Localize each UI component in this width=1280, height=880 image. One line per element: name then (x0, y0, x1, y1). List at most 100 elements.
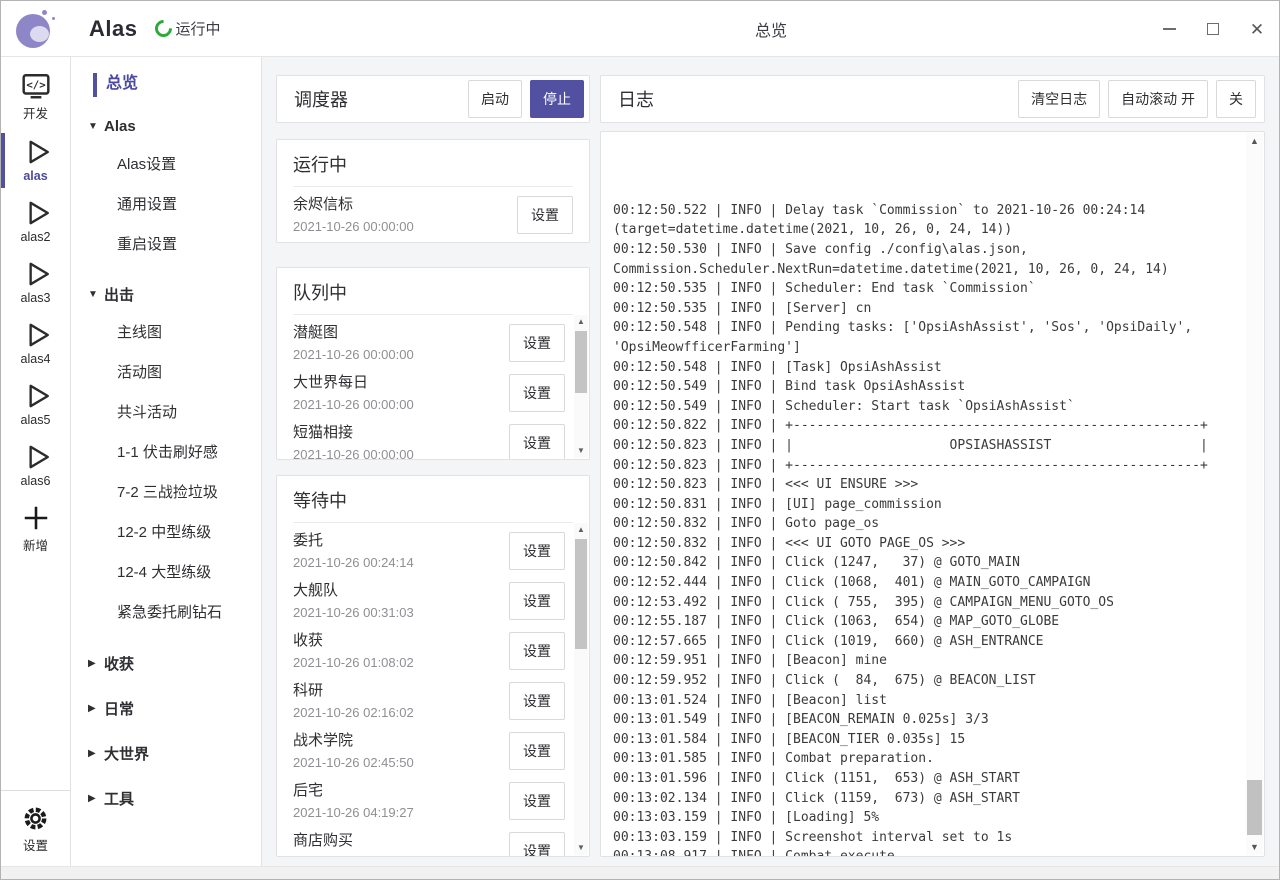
rail-settings-item[interactable]: 设置 (1, 797, 70, 864)
task-row: 收获 2021-10-26 01:08:02 设置 (277, 627, 589, 677)
app-title: Alas (89, 16, 137, 42)
menu-group-header[interactable]: ▶ 工具 (71, 783, 261, 813)
log-line: 'OpsiMeowfficerFarming'] (613, 338, 1246, 358)
task-setting-button[interactable]: 设置 (509, 682, 565, 720)
pending-title: 队列中 (277, 268, 589, 314)
rail-divider (1, 790, 70, 791)
maximize-icon (1207, 23, 1219, 35)
log-line: 00:12:52.444 | INFO | Click (1068, 401) … (613, 573, 1246, 593)
tree-arrow-icon: ▶ (88, 658, 104, 669)
play-icon (20, 320, 52, 350)
menu-group-header[interactable]: ▶ 收获 (71, 648, 261, 678)
task-row: 潜艇图 2021-10-26 00:00:00 设置 (277, 319, 589, 369)
rail-instance-item[interactable]: alas5 (1, 375, 70, 434)
menu-group: ▶ 大世界 (71, 738, 261, 768)
rail-instance-item[interactable]: alas4 (1, 314, 70, 373)
rail-instance-item[interactable]: alas (1, 131, 70, 190)
task-row: 委托 2021-10-26 00:24:14 设置 (277, 527, 589, 577)
menu-item[interactable]: 1-1 伏击刷好感 (71, 433, 261, 473)
scrollbar-thumb[interactable] (575, 331, 587, 393)
menu-item[interactable]: 通用设置 (71, 185, 261, 225)
stop-button[interactable]: 停止 (530, 80, 584, 118)
menu-item-overview[interactable]: 总览 (93, 73, 261, 97)
autoscroll-on-button[interactable]: 自动滚动 开 (1108, 80, 1208, 118)
close-button[interactable]: ✕ (1235, 1, 1279, 57)
play-icon (20, 259, 52, 289)
menu-item[interactable]: 重启设置 (71, 225, 261, 265)
rail-item-label: alas4 (21, 352, 51, 366)
rail-instance-item[interactable]: alas6 (1, 436, 70, 495)
log-line: 00:12:55.187 | INFO | Click (1063, 654) … (613, 612, 1246, 632)
task-row: 短猫相接 2021-10-26 00:00:00 设置 (277, 419, 589, 459)
pending-card: 队列中 潜艇图 2021-10-26 00:00:00 设置 大世界每日 (276, 267, 590, 460)
rail-item-label: alas2 (21, 230, 51, 244)
waiting-title: 等待中 (277, 476, 589, 522)
scroll-up-icon[interactable]: ▲ (1246, 133, 1263, 149)
log-line: 00:13:08.917 | INFO | Combat execute (613, 847, 1246, 856)
scrollbar-thumb[interactable] (1247, 780, 1262, 835)
menu-group-label: 大世界 (104, 743, 149, 764)
log-scrollbar[interactable]: ▲ ▼ (1246, 133, 1263, 855)
window-controls: ✕ (1147, 1, 1279, 57)
menu-item[interactable]: 紧急委托刷钻石 (71, 593, 261, 633)
log-panel: 00:12:50.522 | INFO | Delay task `Commis… (600, 131, 1265, 857)
alas-logo-icon (14, 8, 56, 50)
waiting-scrollbar[interactable]: ▲ ▼ (574, 523, 588, 855)
log-line: 00:12:59.951 | INFO | [Beacon] mine (613, 651, 1246, 671)
task-setting-button[interactable]: 设置 (509, 324, 565, 362)
menu-item[interactable]: 12-4 大型练级 (71, 553, 261, 593)
plus-icon (20, 503, 52, 533)
scrollbar-thumb[interactable] (575, 539, 587, 649)
task-setting-button[interactable]: 设置 (509, 374, 565, 412)
menu-item[interactable]: 12-2 中型练级 (71, 513, 261, 553)
scroll-down-icon[interactable]: ▼ (1246, 839, 1263, 855)
menu-group-label: Alas (104, 118, 136, 135)
menu-group-header[interactable]: ▶ 日常 (71, 693, 261, 723)
scheduler-card: 调度器 启动 停止 (276, 75, 590, 123)
task-setting-button[interactable]: 设置 (509, 832, 565, 856)
minimize-button[interactable] (1147, 1, 1191, 57)
menu-group-label: 出击 (104, 284, 134, 305)
scroll-up-icon[interactable]: ▲ (574, 315, 588, 329)
log-line: 00:12:50.535 | INFO | [Server] cn (613, 299, 1246, 319)
start-button[interactable]: 启动 (468, 80, 522, 118)
task-setting-button[interactable]: 设置 (509, 532, 565, 570)
menu-item[interactable]: 共斗活动 (71, 393, 261, 433)
log-line: 00:12:59.952 | INFO | Click ( 84, 675) @… (613, 671, 1246, 691)
main-area: 调度器 启动 停止 运行中 余烬信标 2021-10-26 00:00:00 (262, 57, 1279, 866)
rail-instance-item[interactable]: alas3 (1, 253, 70, 312)
log-line: 00:12:50.823 | INFO | +-----------------… (613, 456, 1246, 476)
task-setting-button[interactable]: 设置 (517, 196, 573, 234)
task-setting-button[interactable]: 设置 (509, 582, 565, 620)
horizontal-scrollbar[interactable] (1, 866, 1279, 879)
gear-icon (20, 803, 52, 833)
menu-item[interactable]: Alas设置 (71, 145, 261, 185)
rail-instance-item[interactable]: alas2 (1, 192, 70, 251)
menu-group-header[interactable]: ▼ Alas (71, 107, 261, 145)
log-line: 00:13:01.596 | INFO | Click (1151, 653) … (613, 769, 1246, 789)
maximize-button[interactable] (1191, 1, 1235, 57)
scheduler-title: 调度器 (294, 86, 468, 112)
scroll-up-icon[interactable]: ▲ (574, 523, 588, 537)
clear-log-button[interactable]: 清空日志 (1018, 80, 1100, 118)
log-line: 00:12:50.548 | INFO | [Task] OpsiAshAssi… (613, 358, 1246, 378)
menu-item[interactable]: 活动图 (71, 353, 261, 393)
menu-item[interactable]: 主线图 (71, 313, 261, 353)
task-setting-button[interactable]: 设置 (509, 424, 565, 459)
log-line: 00:12:50.530 | INFO | Save config ./conf… (613, 240, 1246, 260)
menu-item[interactable]: 7-2 三战捡垃圾 (71, 473, 261, 513)
menu-group-header[interactable]: ▶ 大世界 (71, 738, 261, 768)
rail-instance-item[interactable]: 新增 (1, 497, 70, 561)
log-line: 00:12:50.823 | INFO | <<< UI ENSURE >>> (613, 475, 1246, 495)
scroll-down-icon[interactable]: ▼ (574, 841, 588, 855)
task-setting-button[interactable]: 设置 (509, 732, 565, 770)
log-line: 00:12:50.832 | INFO | Goto page_os (613, 514, 1246, 534)
rail-item-label: alas (23, 169, 47, 183)
pending-scrollbar[interactable]: ▲ ▼ (574, 315, 588, 458)
autoscroll-off-button[interactable]: 关 (1216, 80, 1256, 118)
menu-group-header[interactable]: ▼ 出击 (71, 275, 261, 313)
task-setting-button[interactable]: 设置 (509, 632, 565, 670)
rail-instance-item[interactable]: </> 开发 (1, 65, 70, 129)
scroll-down-icon[interactable]: ▼ (574, 444, 588, 458)
task-setting-button[interactable]: 设置 (509, 782, 565, 820)
